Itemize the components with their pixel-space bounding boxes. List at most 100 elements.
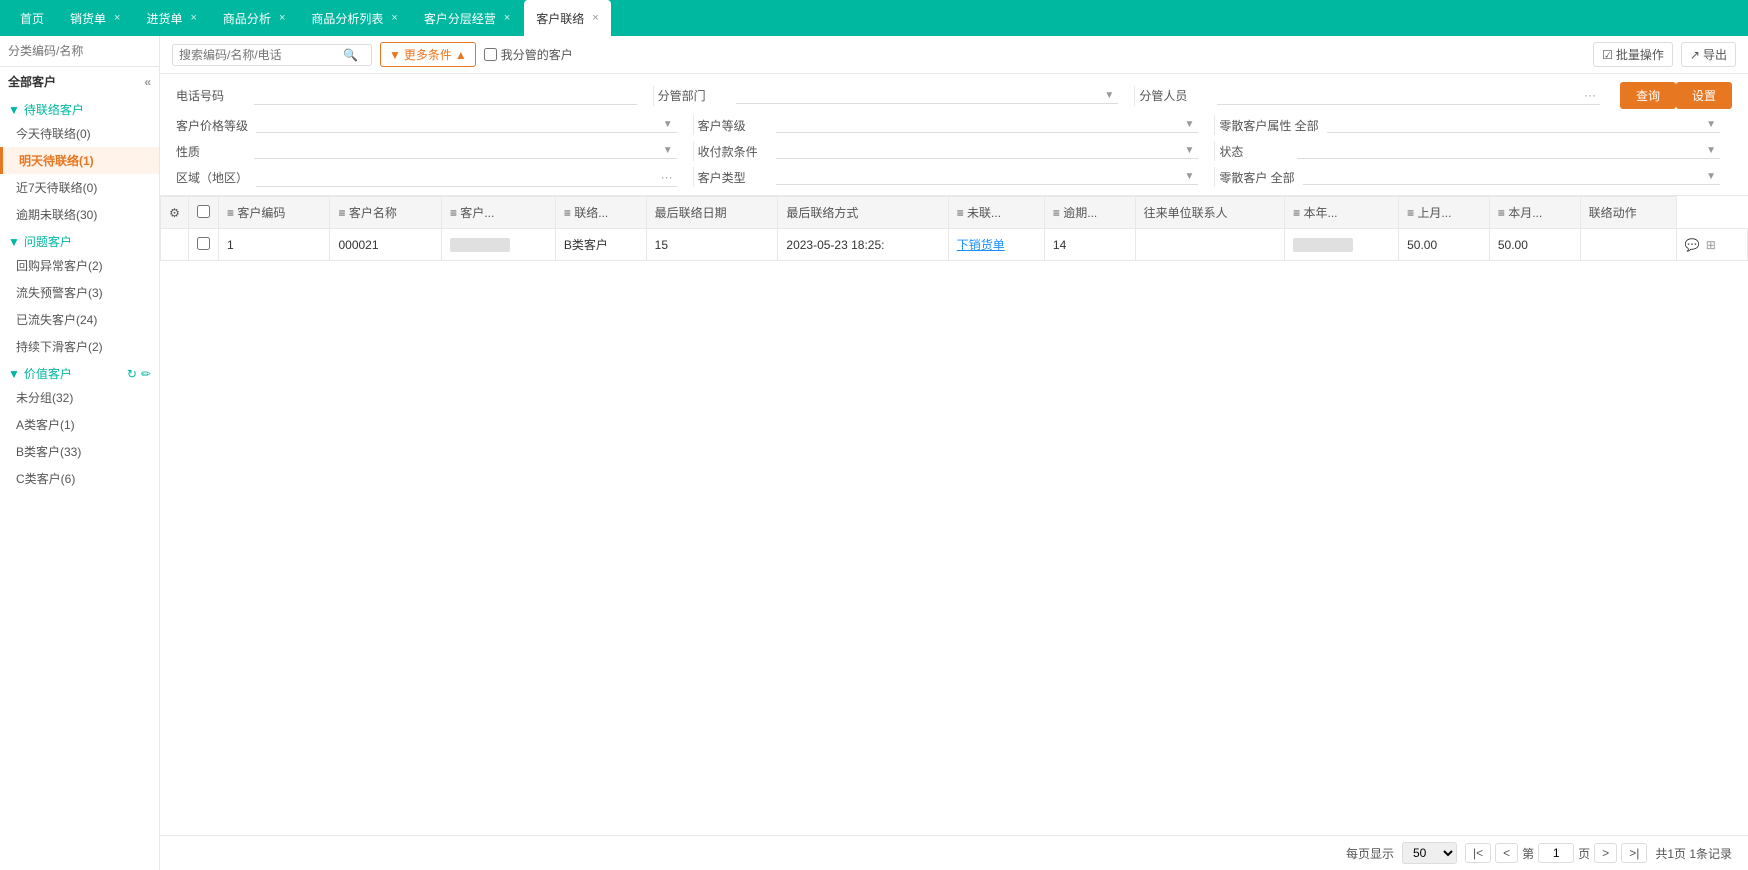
- filter-input-phone[interactable]: [254, 86, 637, 105]
- row-overdue: [1135, 229, 1284, 261]
- nav-customer-tiering[interactable]: 客户分层经营 ×: [412, 0, 522, 36]
- col-header-this-month[interactable]: ≡ 本月...: [1489, 197, 1580, 229]
- close-icon[interactable]: ×: [114, 12, 120, 24]
- nav-customer-contact[interactable]: 客户联络 ×: [524, 0, 610, 36]
- col-header-name[interactable]: ≡ 客户名称: [330, 197, 441, 229]
- nav-product-analysis-list[interactable]: 商品分析列表 ×: [299, 0, 409, 36]
- filter-select-dept[interactable]: ▼: [736, 88, 1119, 104]
- col-header-no-contact[interactable]: ≡ 未联...: [948, 197, 1044, 229]
- sidebar-item-churn-warning[interactable]: 流失预警客户(3): [0, 279, 159, 306]
- sidebar-group-pending: ▼ 待联络客户: [0, 96, 159, 120]
- filter-select-status[interactable]: ▼: [1297, 143, 1720, 159]
- filter-select-retail-customer[interactable]: ▼: [1303, 169, 1720, 185]
- row-name: [441, 229, 555, 261]
- filter-cell-customer-type: 客户类型 ▼: [698, 169, 1211, 186]
- page-input[interactable]: [1538, 843, 1574, 863]
- chevron-down-icon: ▼: [1184, 145, 1194, 156]
- filter-select-retail-attr[interactable]: ▼: [1327, 117, 1720, 133]
- filter-label-region: 区域（地区）: [176, 169, 248, 186]
- nav-sales-order[interactable]: 销货单 ×: [58, 0, 132, 36]
- my-customer-checkbox[interactable]: [484, 48, 497, 61]
- col-header-code[interactable]: ≡ 客户编码: [219, 197, 330, 229]
- search-input[interactable]: [179, 48, 339, 62]
- search-box[interactable]: 🔍: [172, 44, 372, 66]
- sidebar-item-churned[interactable]: 已流失客户(24): [0, 306, 159, 333]
- sidebar-item-tomorrow-pending[interactable]: 明天待联络(1): [0, 147, 159, 174]
- filter-label-manager: 分管人员: [1139, 87, 1209, 104]
- batch-op-button[interactable]: ☑ 批量操作: [1593, 42, 1673, 67]
- col-header-contacts[interactable]: ≡ 联络...: [555, 197, 646, 229]
- sidebar-search-input[interactable]: [8, 44, 160, 58]
- nav-product-analysis[interactable]: 商品分析 ×: [211, 0, 297, 36]
- close-icon[interactable]: ×: [279, 12, 285, 24]
- col-header-this-year[interactable]: ≡ 本年...: [1285, 197, 1399, 229]
- table-header-row: ⚙ ≡ 客户编码 ≡ 客户名称 ≡ 客户... ≡ 联络... 最后联络日期 最…: [161, 197, 1748, 229]
- close-icon[interactable]: ×: [592, 12, 598, 24]
- sidebar-item-ungrouped[interactable]: 未分组(32): [0, 384, 159, 411]
- col-header-last-date[interactable]: 最后联络日期: [646, 197, 778, 229]
- next-page-button[interactable]: >: [1594, 843, 1617, 863]
- filter-row-1: 电话号码 分管部门 ▼ 分管人员 ···: [176, 82, 1732, 109]
- sidebar-item-repurchase-abnormal[interactable]: 回购异常客户(2): [0, 252, 159, 279]
- col-header-checkbox[interactable]: [189, 197, 219, 229]
- close-icon[interactable]: ×: [504, 12, 510, 24]
- nav-home[interactable]: 首页: [8, 0, 56, 36]
- search-icon[interactable]: 🔍: [343, 48, 358, 62]
- dots-icon: ···: [661, 170, 673, 184]
- row-checkbox[interactable]: [197, 237, 210, 250]
- sidebar-item-7days-pending[interactable]: 近7天待联络(0): [0, 174, 159, 201]
- filter-cell-retail-customer: 零散客户 全部 ▼: [1219, 169, 1732, 186]
- filter-select-manager[interactable]: ···: [1217, 86, 1600, 105]
- message-icon[interactable]: 💬: [1685, 238, 1700, 252]
- nav-purchase-order[interactable]: 进货单 ×: [134, 0, 208, 36]
- row-last-method[interactable]: 下销货单: [948, 229, 1044, 261]
- sidebar-group-value: ▼ 价值客户 ↻ ✏: [0, 360, 159, 384]
- reset-button[interactable]: 设置: [1676, 82, 1732, 109]
- sidebar-item-class-b[interactable]: B类客户(33): [0, 438, 159, 465]
- sidebar-item-declining[interactable]: 持续下滑客户(2): [0, 333, 159, 360]
- page-size-select[interactable]: 50 100 200: [1402, 842, 1457, 864]
- col-header-settings[interactable]: ⚙: [161, 197, 189, 229]
- table-area: ⚙ ≡ 客户编码 ≡ 客户名称 ≡ 客户... ≡ 联络... 最后联络日期 最…: [160, 196, 1748, 835]
- my-customer-checkbox-area[interactable]: 我分管的客户: [484, 46, 573, 63]
- chevron-down-icon: ▼: [1184, 119, 1194, 130]
- filter-select-customer-type[interactable]: ▼: [776, 169, 1199, 185]
- prev-page-button[interactable]: <: [1495, 843, 1518, 863]
- col-header-type[interactable]: ≡ 客户...: [441, 197, 555, 229]
- filter-select-price-level[interactable]: ▼: [256, 117, 677, 133]
- filter-select-nature[interactable]: ▼: [254, 143, 677, 159]
- more-filter-button[interactable]: ▼ 更多条件 ▲: [380, 42, 476, 67]
- chevron-down-icon: ▼: [1706, 119, 1716, 130]
- page-nav: |< < 第 页 > >|: [1465, 843, 1647, 863]
- filter-icon: ▼: [389, 48, 401, 62]
- sidebar-search-area: 🔍: [0, 36, 159, 67]
- row-contact-person: [1285, 229, 1399, 261]
- filter-select-region[interactable]: ···: [256, 168, 677, 187]
- first-page-button[interactable]: |<: [1465, 843, 1491, 863]
- grid-icon[interactable]: ⊞: [1706, 238, 1716, 252]
- select-all-checkbox[interactable]: [197, 205, 210, 218]
- row-checkbox-cell[interactable]: [189, 229, 219, 261]
- col-header-contact-person[interactable]: 往来单位联系人: [1135, 197, 1284, 229]
- sidebar-all-customers[interactable]: 全部客户 «: [0, 67, 159, 96]
- chevron-down-icon: ▼: [1104, 90, 1114, 101]
- filter-select-payment[interactable]: ▼: [776, 143, 1199, 159]
- last-page-button[interactable]: >|: [1621, 843, 1647, 863]
- page-total-label: 页: [1578, 845, 1590, 862]
- sidebar-item-today-pending[interactable]: 今天待联络(0): [0, 120, 159, 147]
- query-button[interactable]: 查询: [1620, 82, 1676, 109]
- sidebar-item-class-c[interactable]: C类客户(6): [0, 465, 159, 492]
- col-header-overdue[interactable]: ≡ 逾期...: [1044, 197, 1135, 229]
- export-button[interactable]: ↗ 导出: [1681, 42, 1736, 67]
- sidebar-item-overdue-pending[interactable]: 逾期未联络(30): [0, 201, 159, 228]
- close-icon[interactable]: ×: [391, 12, 397, 24]
- filter-cell-nature: 性质 ▼: [176, 143, 689, 160]
- col-header-last-method[interactable]: 最后联络方式: [778, 197, 948, 229]
- close-icon[interactable]: ×: [190, 12, 196, 24]
- chevron-down-icon: ▼: [1184, 171, 1194, 182]
- sidebar-item-class-a[interactable]: A类客户(1): [0, 411, 159, 438]
- filter-label-customer-level: 客户等级: [698, 117, 768, 134]
- filter-label-status: 状态: [1219, 143, 1289, 160]
- filter-select-customer-level[interactable]: ▼: [776, 117, 1199, 133]
- col-header-last-month[interactable]: ≡ 上月...: [1399, 197, 1490, 229]
